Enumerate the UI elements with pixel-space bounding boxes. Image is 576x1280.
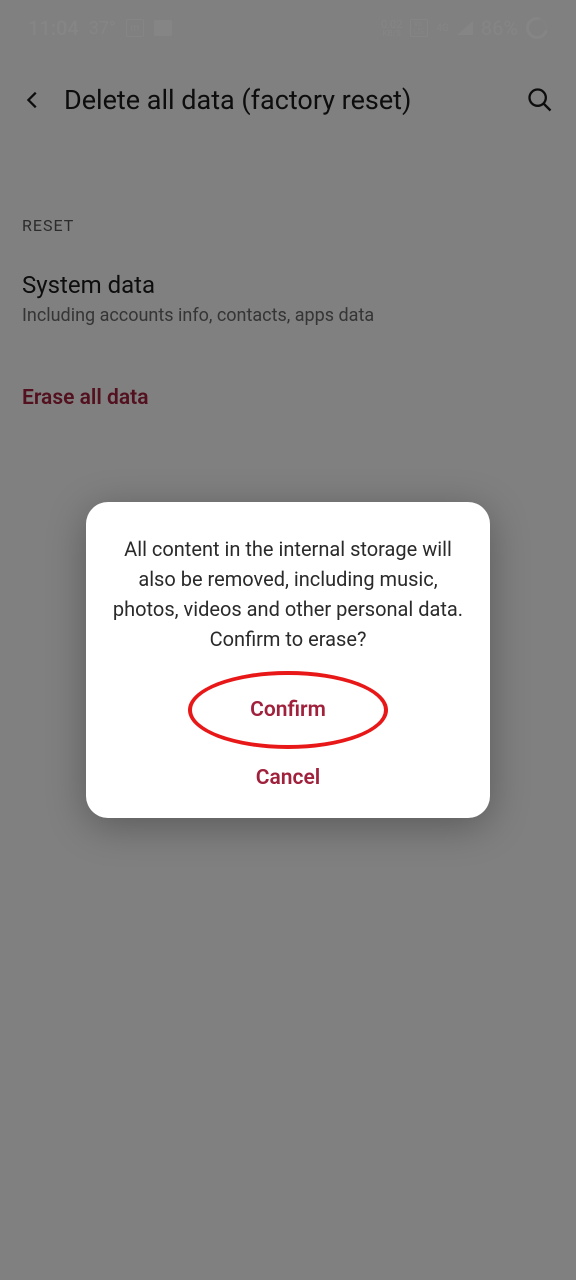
confirm-label: Confirm [250,698,326,722]
cancel-button[interactable]: Cancel [110,766,466,790]
dialog-message: All content in the internal storage will… [110,534,466,654]
confirm-dialog: All content in the internal storage will… [86,502,490,818]
modal-overlay[interactable]: All content in the internal storage will… [0,0,576,1280]
confirm-button[interactable]: Confirm [110,698,466,722]
